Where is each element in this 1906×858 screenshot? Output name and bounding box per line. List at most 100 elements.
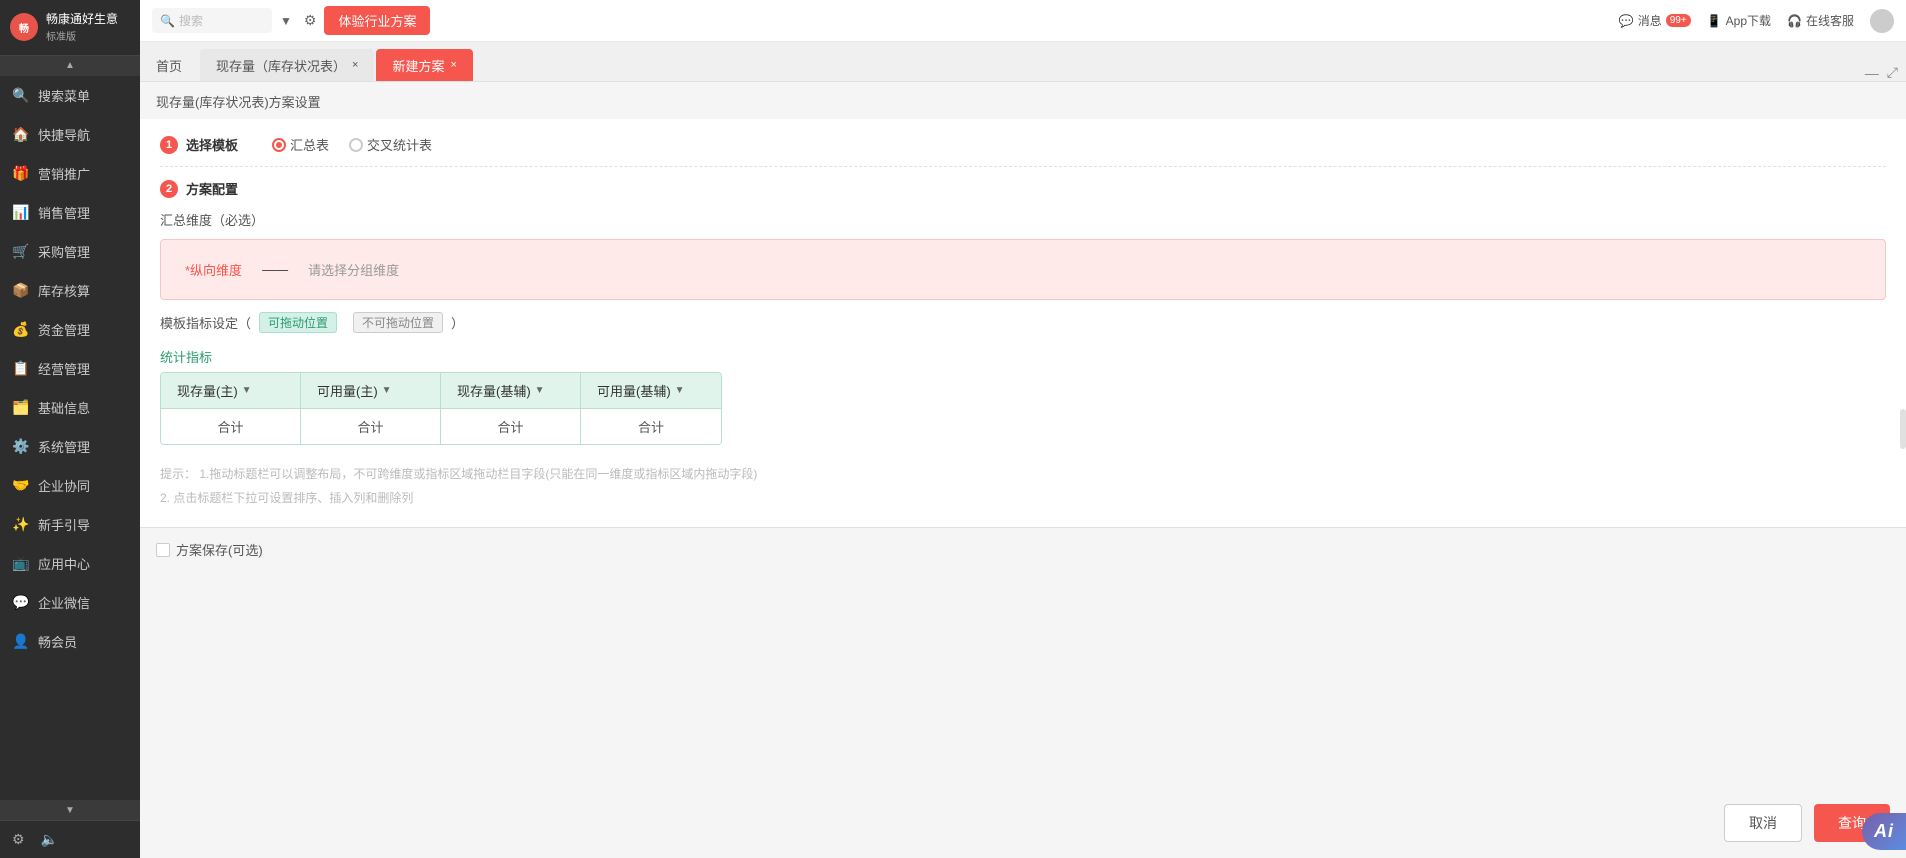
header-dropdown-arrow[interactable]: ▼	[280, 14, 292, 28]
sidebar-item-finance[interactable]: 💰 资金管理	[0, 310, 140, 349]
sidebar-item-collab[interactable]: 🤝 企业协同	[0, 466, 140, 505]
page-title: 现存量(库存状况表)方案设置	[140, 82, 1906, 119]
sidebar-item-appstore[interactable]: 📺 应用中心	[0, 544, 140, 583]
chat-icon: 💬	[12, 593, 30, 611]
sidebar-item-label: 销售管理	[38, 203, 90, 222]
content-area: 现存量(库存状况表)方案设置 1 选择模板 汇总表 交叉统计表	[140, 82, 1906, 858]
top-header: 🔍 搜索 ▼ ⚙ 体验行业方案 💬 消息 99+ 📱 App下载 🎧 在线客服	[140, 0, 1906, 42]
user-icon: 👤	[12, 632, 30, 650]
box-icon: 📦	[12, 281, 30, 299]
main-area: 🔍 搜索 ▼ ⚙ 体验行业方案 💬 消息 99+ 📱 App下载 🎧 在线客服	[140, 0, 1906, 858]
chevron-down-icon-3[interactable]: ▼	[535, 385, 545, 396]
sidebar-item-label: 库存核算	[38, 281, 90, 300]
sidebar-item-search[interactable]: 🔍 搜索菜单	[0, 76, 140, 115]
stats-label: 统计指标	[160, 347, 1886, 366]
sidebar-item-label: 快捷导航	[38, 125, 90, 144]
sidebar-bottom: ⚙ 🔈	[0, 820, 140, 858]
resize-handle[interactable]	[1900, 409, 1906, 449]
app-download-item[interactable]: 📱 App下载	[1707, 12, 1771, 29]
chevron-down-icon-1[interactable]: ▼	[242, 385, 252, 396]
header-right: 💬 消息 99+ 📱 App下载 🎧 在线客服	[1619, 9, 1894, 33]
tv-icon: 📺	[12, 554, 30, 572]
save-checkbox-box[interactable]	[156, 543, 170, 557]
search-icon: 🔍	[12, 86, 30, 104]
sidebar-item-label: 企业协同	[38, 476, 90, 495]
sidebar-item-label: 搜索菜单	[38, 86, 90, 105]
chart-icon: 📊	[12, 203, 30, 221]
tab-expand-icon[interactable]: ⤢	[1887, 64, 1898, 81]
header-gear-icon[interactable]: ⚙	[304, 12, 317, 29]
sidebar-item-nav[interactable]: 🏠 快捷导航	[0, 115, 140, 154]
cancel-button[interactable]: 取消	[1724, 804, 1802, 842]
sidebar-item-member[interactable]: 👤 畅会员	[0, 622, 140, 661]
experience-industry-button[interactable]: 体验行业方案	[324, 6, 430, 35]
online-service-label: 在线客服	[1806, 12, 1854, 29]
sidebar-item-purchase[interactable]: 🛒 采购管理	[0, 232, 140, 271]
tab-inventory-close[interactable]: ×	[352, 59, 358, 71]
tab-home[interactable]: 首页	[140, 49, 198, 81]
chevron-down-icon-2[interactable]: ▼	[382, 385, 392, 396]
dimension-label: 汇总维度（必选）	[160, 210, 1886, 229]
sidebar-scroll-down[interactable]: ▼	[0, 800, 140, 820]
header-search[interactable]: 🔍 搜索	[152, 8, 272, 33]
ai-badge[interactable]: Ai	[1862, 813, 1906, 850]
indicator-row: 模板指标设定（ 可拖动位置 不可拖动位置 ）	[160, 312, 1886, 333]
stats-header-cell-4[interactable]: 可用量(基辅) ▼	[581, 373, 721, 408]
tab-inventory[interactable]: 现存量（库存状况表） ×	[200, 49, 374, 81]
cart-icon: 🛒	[12, 242, 30, 260]
sidebar-menu: 🔍 搜索菜单 🏠 快捷导航 🎁 营销推广 📊 销售管理 🛒 采购管理 📦 库存核…	[0, 76, 140, 800]
section-divider	[160, 166, 1886, 167]
sidebar-item-tutorial[interactable]: ✨ 新手引导	[0, 505, 140, 544]
tab-minimize-icon[interactable]: —	[1865, 65, 1879, 81]
sidebar-scroll-up[interactable]: ▲	[0, 56, 140, 76]
stats-header-4-label: 可用量(基辅)	[597, 381, 671, 400]
handshake-icon: 🤝	[12, 476, 30, 494]
save-checkbox[interactable]: 方案保存(可选)	[156, 540, 1890, 559]
section2-num: 2	[160, 180, 178, 198]
sidebar-item-label: 系统管理	[38, 437, 90, 456]
stats-body-row: 合计 合计 合计 合计	[161, 408, 721, 444]
volume-icon[interactable]: 🔈	[41, 831, 58, 848]
sidebar-item-inventory[interactable]: 📦 库存核算	[0, 271, 140, 310]
dimension-box[interactable]: *纵向维度 —— 请选择分组维度	[160, 239, 1886, 300]
cross-radio-dot	[349, 138, 363, 152]
headset-icon: 🎧	[1787, 14, 1802, 28]
stats-header-cell-3[interactable]: 现存量(基辅) ▼	[441, 373, 581, 408]
stats-header-row: 现存量(主) ▼ 可用量(主) ▼ 现存量(基辅) ▼ 可用量(基辅)	[161, 373, 721, 408]
cross-radio-label: 交叉统计表	[367, 135, 432, 154]
tab-new-plan-close[interactable]: ×	[450, 59, 456, 71]
sidebar-item-operation[interactable]: 📋 经营管理	[0, 349, 140, 388]
stats-body-cell-1: 合计	[161, 409, 301, 444]
message-item[interactable]: 💬 消息 99+	[1619, 12, 1691, 29]
online-service-item[interactable]: 🎧 在线客服	[1787, 12, 1854, 29]
template-summary-radio[interactable]: 汇总表	[272, 135, 329, 154]
sidebar: 畅 畅康通好生意 标准版 ▲ 🔍 搜索菜单 🏠 快捷导航 🎁 营销推广 📊 销售…	[0, 0, 140, 858]
sidebar-item-label: 基础信息	[38, 398, 90, 417]
template-cross-radio[interactable]: 交叉统计表	[349, 135, 432, 154]
sidebar-item-label: 应用中心	[38, 554, 90, 573]
info-icon: 🗂️	[12, 398, 30, 416]
app-edition: 标准版	[46, 28, 118, 43]
money-icon: 💰	[12, 320, 30, 338]
sidebar-item-label: 新手引导	[38, 515, 90, 534]
stats-header-cell-1[interactable]: 现存量(主) ▼	[161, 373, 301, 408]
section2-title: 2 方案配置	[160, 179, 1886, 198]
sidebar-item-system[interactable]: ⚙️ 系统管理	[0, 427, 140, 466]
stats-header-2-label: 可用量(主)	[317, 381, 378, 400]
form-panel: 1 选择模板 汇总表 交叉统计表 2 方案	[140, 119, 1906, 527]
indicator-label: 模板指标设定（	[160, 313, 251, 332]
section1-num: 1	[160, 136, 178, 154]
tabs-bar: 首页 现存量（库存状况表） × 新建方案 × — ⤢	[140, 42, 1906, 82]
settings-icon[interactable]: ⚙	[12, 831, 25, 848]
sidebar-item-wechat[interactable]: 💬 企业微信	[0, 583, 140, 622]
tip-1: 提示： 1.拖动标题栏可以调整布局，不可跨维度或指标区域拖动栏目字段(只能在同一…	[160, 464, 1886, 486]
dim-required-marker: *纵向维度	[185, 260, 242, 279]
sidebar-item-label: 经营管理	[38, 359, 90, 378]
sidebar-item-sales[interactable]: 📊 销售管理	[0, 193, 140, 232]
user-avatar[interactable]	[1870, 9, 1894, 33]
tab-new-plan[interactable]: 新建方案 ×	[376, 49, 472, 81]
sidebar-item-marketing[interactable]: 🎁 营销推广	[0, 154, 140, 193]
sidebar-item-basics[interactable]: 🗂️ 基础信息	[0, 388, 140, 427]
stats-header-cell-2[interactable]: 可用量(主) ▼	[301, 373, 441, 408]
chevron-down-icon-4[interactable]: ▼	[675, 385, 685, 396]
